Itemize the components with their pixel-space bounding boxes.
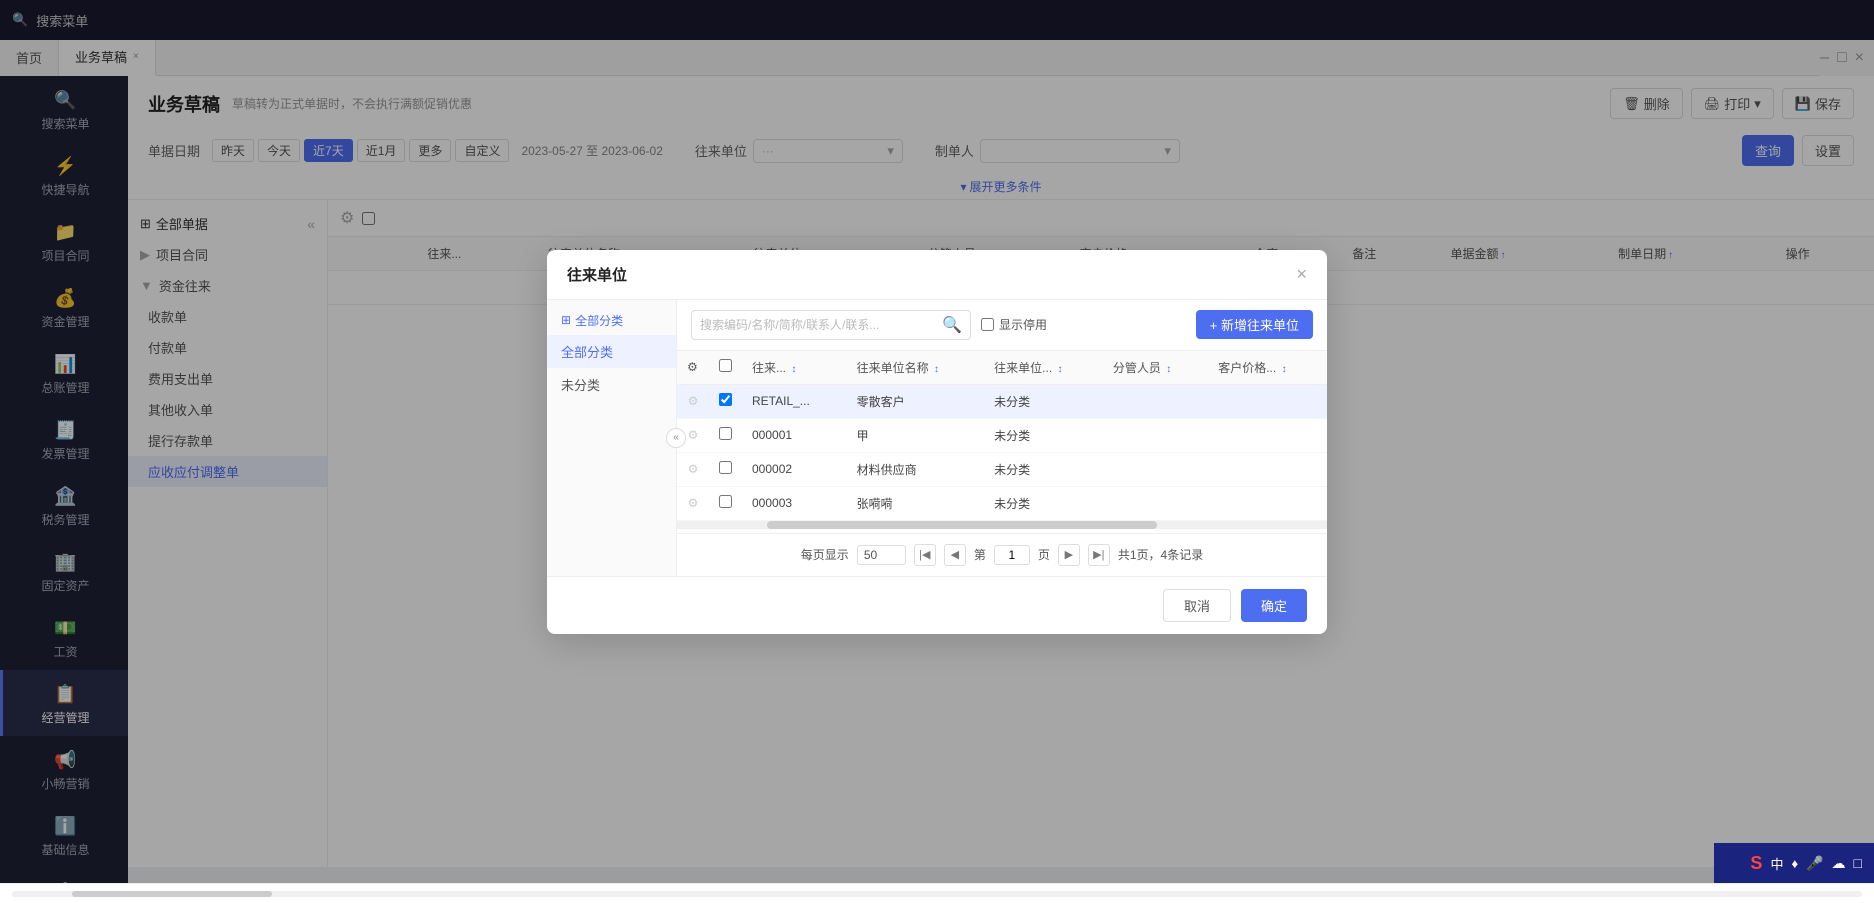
col-gear-dialog: ⚙ [677,351,709,385]
page-unit: 页 [1038,546,1050,563]
dialog-table-row[interactable]: ⚙ RETAIL_... 零散客户 未分类 [677,384,1327,418]
row-check[interactable] [709,384,742,418]
row-check[interactable] [709,486,742,520]
dialog-table-wrap: ⚙ 往来... ↕ 往来单位名称 ↕ 往来单位... ↕ 分管人员 ↕ 客户价格… [677,351,1327,533]
select-all-dialog[interactable] [719,359,732,372]
dialog-unclassified[interactable]: 未分类 [547,368,676,401]
search-box[interactable]: 🔍 [691,310,971,340]
row-code: 000001 [742,418,847,452]
row-manager [1103,486,1208,520]
row-check[interactable] [709,452,742,486]
prev-page-btn[interactable]: ◀ [944,544,966,566]
last-page-btn[interactable]: ▶| [1088,544,1110,566]
row-code: 000003 [742,486,847,520]
col-name-dialog[interactable]: 往来单位名称 ↕ [847,351,985,385]
row-manager [1103,384,1208,418]
row-name: 张嗬嗬 [847,486,985,520]
col-code-dialog[interactable]: 往来... ↕ [742,351,847,385]
col-category-dialog[interactable]: 往来单位... ↕ [984,351,1103,385]
total-info: 共1页，4条记录 [1118,546,1203,563]
confirm-button[interactable]: 确定 [1241,589,1307,622]
row-price-level [1208,486,1327,520]
row-category: 未分类 [984,486,1103,520]
show-disabled-checkbox[interactable] [981,318,994,331]
next-page-btn[interactable]: ▶ [1058,544,1080,566]
taskbar-cn-icon[interactable]: 中 [1770,854,1783,873]
taskbar-s-icon[interactable]: S [1750,853,1762,874]
col-check-dialog [709,351,742,385]
row-check[interactable] [709,418,742,452]
sidebar-collapse-button[interactable]: « [666,428,686,448]
dialog-table: ⚙ 往来... ↕ 往来单位名称 ↕ 往来单位... ↕ 分管人员 ↕ 客户价格… [677,351,1327,521]
search-icon: 🔍 [942,315,962,335]
page-size-select[interactable]: 50 10 20 100 [857,545,906,565]
dialog-category-all[interactable]: 全部分类 [547,335,676,368]
dialog-table-row[interactable]: ⚙ 000003 张嗬嗬 未分类 [677,486,1327,520]
dialog-header: 往来单位 × [547,250,1327,300]
dialog-sidebar-label: ⊞ 全部分类 [547,312,676,335]
dialog-body: ⊞ 全部分类 全部分类 未分类 « 🔍 [547,300,1327,576]
taskbar: S 中 ♦ 🎤 ☁ □ [1714,843,1874,883]
add-unit-button[interactable]: + 新增往来单位 [1196,310,1313,339]
first-page-btn[interactable]: |◀ [914,544,936,566]
col-manager-dialog[interactable]: 分管人员 ↕ [1103,351,1208,385]
taskbar-mic-icon[interactable]: 🎤 [1806,855,1823,872]
page-label: 第 [974,546,986,563]
row-category: 未分类 [984,452,1103,486]
dialog-overlay: 往来单位 × ⊞ 全部分类 全部分类 未分类 « [0,0,1874,883]
row-price-level [1208,452,1327,486]
dialog-table-row[interactable]: ⚙ 000001 甲 未分类 [677,418,1327,452]
dialog-pagination: 每页显示 50 10 20 100 |◀ ◀ 第 页 ▶ ▶| 共1页，4条记录 [677,533,1327,576]
taskbar-window-icon[interactable]: □ [1854,855,1862,871]
row-manager [1103,452,1208,486]
row-code: RETAIL_... [742,384,847,418]
row-price-level [1208,384,1327,418]
row-gear: ⚙ [677,486,709,520]
page-number-input[interactable] [994,545,1030,565]
dialog: 往来单位 × ⊞ 全部分类 全部分类 未分类 « [547,250,1327,634]
dialog-table-row[interactable]: ⚙ 000002 材料供应商 未分类 [677,452,1327,486]
row-gear: ⚙ [677,452,709,486]
taskbar-cloud-icon[interactable]: ☁ [1832,855,1846,872]
row-category: 未分类 [984,418,1103,452]
dialog-toolbar: 🔍 显示停用 + 新增往来单位 [677,300,1327,351]
dialog-close-button[interactable]: × [1296,265,1307,283]
row-code: 000002 [742,452,847,486]
dialog-sidebar: ⊞ 全部分类 全部分类 未分类 « [547,300,677,576]
show-disabled-label[interactable]: 显示停用 [981,316,1047,333]
col-price-dialog[interactable]: 客户价格... ↕ [1208,351,1327,385]
dialog-title: 往来单位 [567,264,627,285]
row-name: 甲 [847,418,985,452]
cancel-button[interactable]: 取消 [1163,589,1231,622]
row-name: 材料供应商 [847,452,985,486]
search-input[interactable] [700,318,936,332]
dialog-main: 🔍 显示停用 + 新增往来单位 ⚙ [677,300,1327,576]
grid-small-icon: ⊞ [561,313,571,327]
row-manager [1103,418,1208,452]
bottom-scrollbar[interactable] [0,883,1874,903]
row-name: 零散客户 [847,384,985,418]
page-size-label: 每页显示 [801,546,849,563]
dialog-footer: 取消 确定 [547,576,1327,634]
dialog-scrollbar[interactable] [677,521,1327,529]
taskbar-diamond-icon[interactable]: ♦ [1791,856,1798,871]
row-gear: ⚙ [677,384,709,418]
row-category: 未分类 [984,384,1103,418]
row-price-level [1208,418,1327,452]
